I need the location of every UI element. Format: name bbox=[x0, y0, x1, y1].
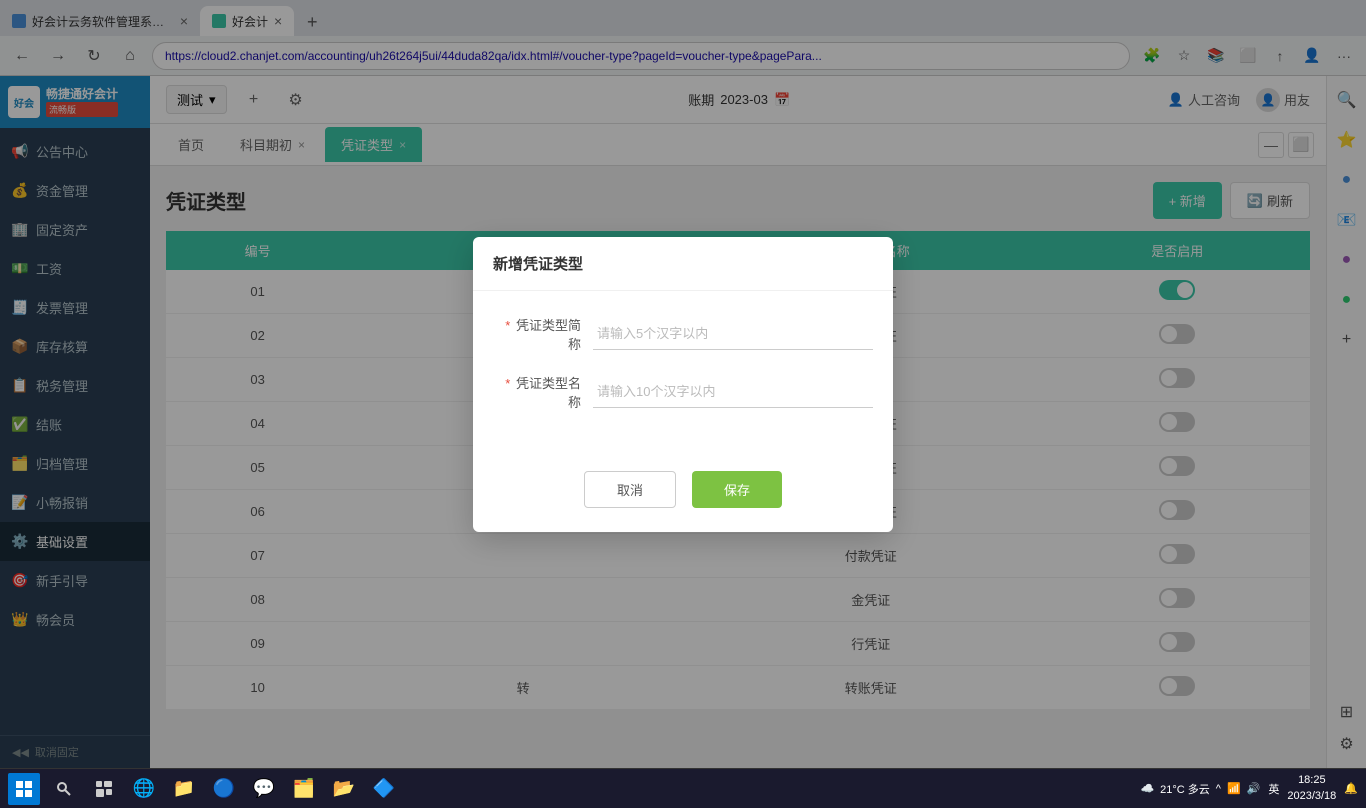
taskbar-edge[interactable]: 🌐 bbox=[128, 773, 160, 805]
cancel-button[interactable]: 取消 bbox=[584, 471, 676, 508]
save-button[interactable]: 保存 bbox=[692, 471, 782, 508]
taskbar-search[interactable] bbox=[48, 773, 80, 805]
weather-text: 21°C 多云 bbox=[1160, 781, 1210, 797]
taskbar: 🌐 📁 🔵 💬 🗂️ 📂 🔷 ☁️ 21°C 多云 ^ 📶 🔊 英 18:25 … bbox=[0, 768, 1366, 808]
start-button[interactable] bbox=[8, 773, 40, 805]
modal-overlay[interactable]: 新增凭证类型 * 凭证类型简称 * 凭证类型名称 取消 保存 bbox=[0, 0, 1366, 768]
volume-icon: 🔊 bbox=[1247, 782, 1261, 795]
clock-date: 2023/3/18 bbox=[1287, 789, 1336, 804]
taskbar-clock[interactable]: 18:25 2023/3/18 bbox=[1287, 773, 1336, 804]
form-row-short: * 凭证类型简称 bbox=[493, 315, 873, 353]
up-arrow: ^ bbox=[1216, 783, 1221, 795]
required-mark-1: * bbox=[505, 318, 510, 333]
short-input[interactable] bbox=[593, 318, 873, 350]
weather-icon: ☁️ bbox=[1140, 782, 1154, 795]
name-input[interactable] bbox=[593, 376, 873, 408]
taskbar-explorer[interactable]: 📁 bbox=[168, 773, 200, 805]
form-label-name: * 凭证类型名称 bbox=[493, 373, 593, 411]
taskbar-wechat[interactable]: 💬 bbox=[248, 773, 280, 805]
add-voucher-modal: 新增凭证类型 * 凭证类型简称 * 凭证类型名称 取消 保存 bbox=[473, 237, 893, 532]
taskbar-chrome[interactable]: 🔵 bbox=[208, 773, 240, 805]
form-label-short: * 凭证类型简称 bbox=[493, 315, 593, 353]
taskbar-app2[interactable]: 📂 bbox=[328, 773, 360, 805]
notification-icon[interactable]: 🔔 bbox=[1344, 782, 1358, 795]
taskbar-right: ☁️ 21°C 多云 ^ 📶 🔊 英 18:25 2023/3/18 🔔 bbox=[1140, 773, 1358, 804]
required-mark-2: * bbox=[505, 376, 510, 391]
taskbar-sys-icons: ☁️ 21°C 多云 ^ 📶 🔊 bbox=[1140, 781, 1260, 797]
lang-indicator: 英 bbox=[1268, 781, 1279, 797]
taskbar-task-view[interactable] bbox=[88, 773, 120, 805]
modal-footer: 取消 保存 bbox=[473, 455, 893, 532]
form-row-name: * 凭证类型名称 bbox=[493, 373, 873, 411]
modal-header: 新增凭证类型 bbox=[473, 237, 893, 291]
modal-body: * 凭证类型简称 * 凭证类型名称 bbox=[473, 291, 893, 455]
modal-title: 新增凭证类型 bbox=[493, 256, 583, 273]
taskbar-app1[interactable]: 🗂️ bbox=[288, 773, 320, 805]
clock-time: 18:25 bbox=[1287, 773, 1336, 788]
taskbar-edge2[interactable]: 🔷 bbox=[368, 773, 400, 805]
wifi-icon: 📶 bbox=[1227, 782, 1241, 795]
